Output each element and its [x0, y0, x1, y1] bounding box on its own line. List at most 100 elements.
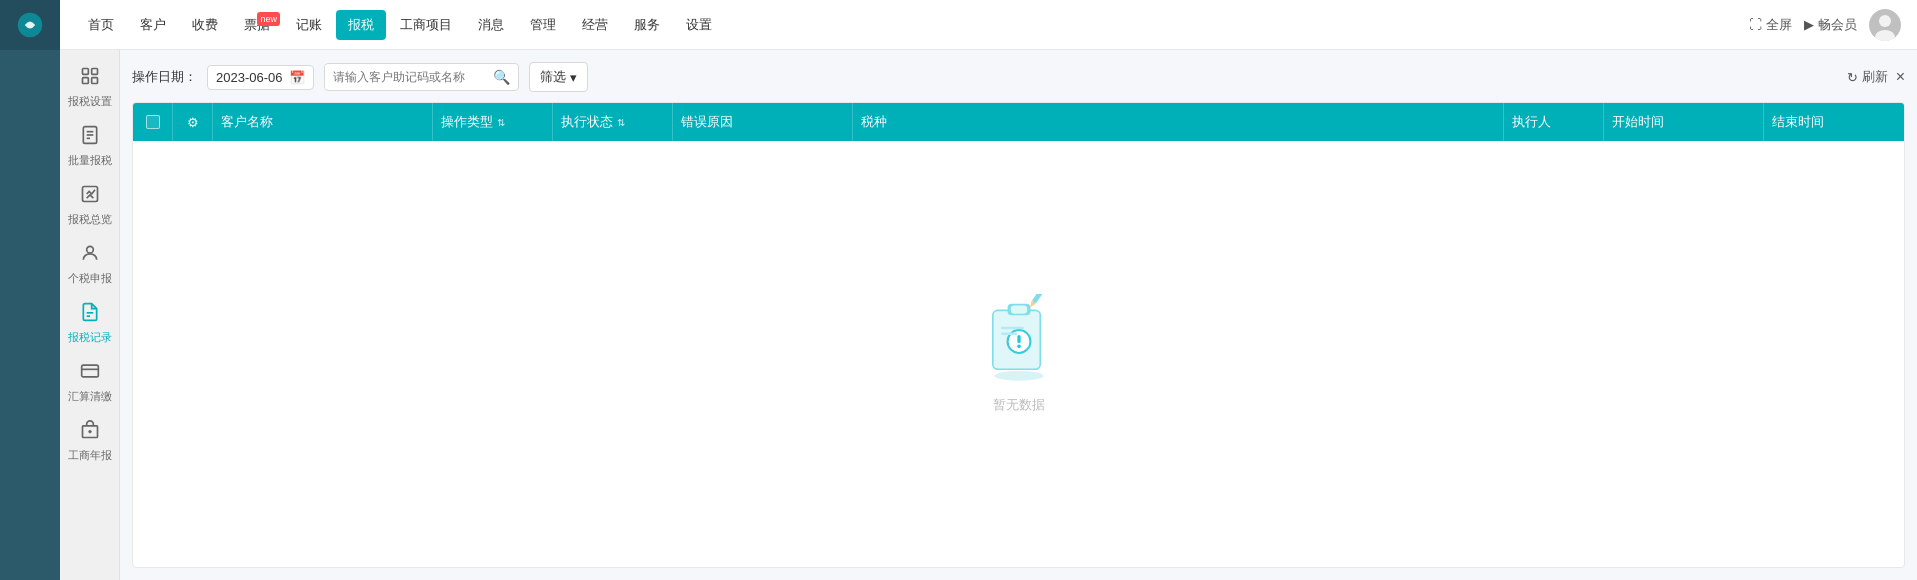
sub-item-huisuan-jiaona[interactable]: 汇算清缴 — [64, 353, 116, 412]
svg-point-21 — [994, 371, 1043, 381]
sub-item-gongshang-nianbao[interactable]: 工商年报 — [64, 412, 116, 471]
th-customer-name: 客户名称 — [213, 103, 433, 141]
empty-state: 暂无数据 — [974, 294, 1064, 414]
piliang-baoshui-label: 批量报税 — [68, 153, 112, 168]
sort-icon-operation: ⇅ — [497, 117, 505, 128]
video-icon: ▶ — [1804, 17, 1814, 32]
sub-item-piliang-baoshui[interactable]: 批量报税 — [64, 117, 116, 176]
sidebar-logo — [0, 0, 60, 50]
nav-item-jizhang[interactable]: 记账 — [284, 10, 334, 40]
svg-point-27 — [1017, 345, 1021, 349]
th-error-reason: 错误原因 — [673, 103, 853, 141]
huisuan-jiaona-label: 汇算清缴 — [68, 389, 112, 404]
table-header: ⚙ 客户名称 操作类型 ⇅ 执行状态 ⇅ 错误原因 — [133, 103, 1904, 141]
fullscreen-label: 全屏 — [1766, 16, 1792, 34]
svg-rect-24 — [1010, 305, 1026, 313]
page-area: 操作日期： 2023-06-06 📅 🔍 筛选 ▾ ↻ 刷新 — [120, 50, 1917, 580]
svg-rect-30 — [1031, 294, 1045, 304]
nav-item-shoufei[interactable]: 收费 — [180, 10, 230, 40]
th-start-time: 开始时间 — [1604, 103, 1764, 141]
sub-item-baoshui-jilu[interactable]: 报税记录 — [64, 294, 116, 353]
settings-icon: ⚙ — [187, 115, 199, 130]
svg-rect-29 — [1001, 332, 1017, 334]
close-icon: × — [1896, 68, 1905, 85]
baoshui-shezhi-icon — [80, 66, 100, 91]
member-label: 畅会员 — [1818, 16, 1857, 34]
sidebar — [0, 0, 60, 580]
svg-rect-26 — [1017, 335, 1020, 343]
filter-label: 筛选 — [540, 68, 566, 86]
nav-item-gongshang[interactable]: 工商项目 — [388, 10, 464, 40]
gongshang-nianbao-label: 工商年报 — [68, 448, 112, 463]
th-exec-status: 执行状态 ⇅ — [553, 103, 673, 141]
refresh-icon: ↻ — [1847, 70, 1858, 85]
nav-item-fuwu[interactable]: 服务 — [622, 10, 672, 40]
geshui-shenbao-label: 个税申报 — [68, 271, 112, 286]
sub-item-baoshui-zongjian[interactable]: 报税总览 — [64, 176, 116, 235]
svg-rect-6 — [82, 78, 88, 84]
huisuan-jiaona-icon — [80, 361, 100, 386]
filter-button[interactable]: 筛选 ▾ — [529, 62, 588, 92]
main-area: 首页客户收费票据new记账报税工商项目消息管理经营服务设置 ⛶ 全屏 ▶ 畅会员 — [60, 0, 1917, 580]
baoshui-jilu-icon — [80, 302, 100, 327]
date-picker[interactable]: 2023-06-06 📅 — [207, 65, 314, 90]
piliang-baoshui-icon — [80, 125, 100, 150]
nav-right: ⛶ 全屏 ▶ 畅会员 — [1749, 9, 1901, 41]
th-checkbox[interactable] — [133, 103, 173, 141]
th-settings[interactable]: ⚙ — [173, 103, 213, 141]
th-operation-type: 操作类型 ⇅ — [433, 103, 553, 141]
calendar-icon: 📅 — [289, 70, 305, 85]
baoshui-zongjian-icon — [80, 184, 100, 209]
svg-rect-4 — [82, 69, 88, 75]
content-area: 报税设置批量报税报税总览个税申报报税记录汇算清缴工商年报 操作日期： 2023-… — [60, 50, 1917, 580]
nav-item-guanli[interactable]: 管理 — [518, 10, 568, 40]
nav-item-baoshui[interactable]: 报税 — [336, 10, 386, 40]
data-table: ⚙ 客户名称 操作类型 ⇅ 执行状态 ⇅ 错误原因 — [132, 102, 1905, 568]
table-body: 暂无数据 — [133, 141, 1904, 567]
toolbar-right: ↻ 刷新 × — [1847, 68, 1905, 86]
refresh-label: 刷新 — [1862, 68, 1888, 86]
nav-item-customer[interactable]: 客户 — [128, 10, 178, 40]
search-button[interactable]: 🔍 — [485, 64, 518, 90]
chevron-down-icon: ▾ — [570, 70, 577, 85]
baoshui-shezhi-label: 报税设置 — [68, 94, 112, 109]
th-end-time: 结束时间 — [1764, 103, 1904, 141]
search-input[interactable] — [325, 65, 485, 89]
th-tax-type: 税种 — [853, 103, 1504, 141]
svg-point-2 — [1879, 15, 1891, 27]
search-wrap: 🔍 — [324, 63, 519, 91]
geshui-shenbao-icon — [80, 243, 100, 268]
svg-point-13 — [86, 246, 93, 253]
close-button[interactable]: × — [1896, 69, 1905, 85]
date-value: 2023-06-06 — [216, 70, 283, 85]
toolbar: 操作日期： 2023-06-06 📅 🔍 筛选 ▾ ↻ 刷新 — [132, 62, 1905, 92]
fullscreen-button[interactable]: ⛶ 全屏 — [1749, 16, 1792, 34]
nav-item-piaoju[interactable]: 票据new — [232, 10, 282, 40]
sub-item-geshui-shenbao[interactable]: 个税申报 — [64, 235, 116, 294]
date-label: 操作日期： — [132, 68, 197, 86]
svg-rect-7 — [91, 78, 97, 84]
fullscreen-icon: ⛶ — [1749, 17, 1762, 32]
sub-item-baoshui-shezhi[interactable]: 报税设置 — [64, 58, 116, 117]
svg-rect-16 — [81, 365, 98, 377]
baoshui-zongjian-label: 报税总览 — [68, 212, 112, 227]
baoshui-jilu-label: 报税记录 — [68, 330, 112, 345]
nav-badge-piaoju: new — [257, 12, 280, 26]
refresh-button[interactable]: ↻ 刷新 — [1847, 68, 1888, 86]
sub-sidebar: 报税设置批量报税报税总览个税申报报税记录汇算清缴工商年报 — [60, 50, 120, 580]
select-all-checkbox[interactable] — [146, 115, 160, 129]
empty-illustration — [974, 294, 1064, 384]
nav-item-jingying[interactable]: 经营 — [570, 10, 620, 40]
user-avatar[interactable] — [1869, 9, 1901, 41]
sort-icon-status: ⇅ — [617, 117, 625, 128]
svg-rect-5 — [91, 69, 97, 75]
svg-rect-28 — [1001, 327, 1024, 329]
member-button[interactable]: ▶ 畅会员 — [1804, 16, 1857, 34]
nav-item-shezhi[interactable]: 设置 — [674, 10, 724, 40]
nav-item-xiaoxi[interactable]: 消息 — [466, 10, 516, 40]
top-nav: 首页客户收费票据new记账报税工商项目消息管理经营服务设置 ⛶ 全屏 ▶ 畅会员 — [60, 0, 1917, 50]
nav-item-home[interactable]: 首页 — [76, 10, 126, 40]
th-executor: 执行人 — [1504, 103, 1604, 141]
gongshang-nianbao-icon — [80, 420, 100, 445]
empty-text: 暂无数据 — [993, 396, 1045, 414]
